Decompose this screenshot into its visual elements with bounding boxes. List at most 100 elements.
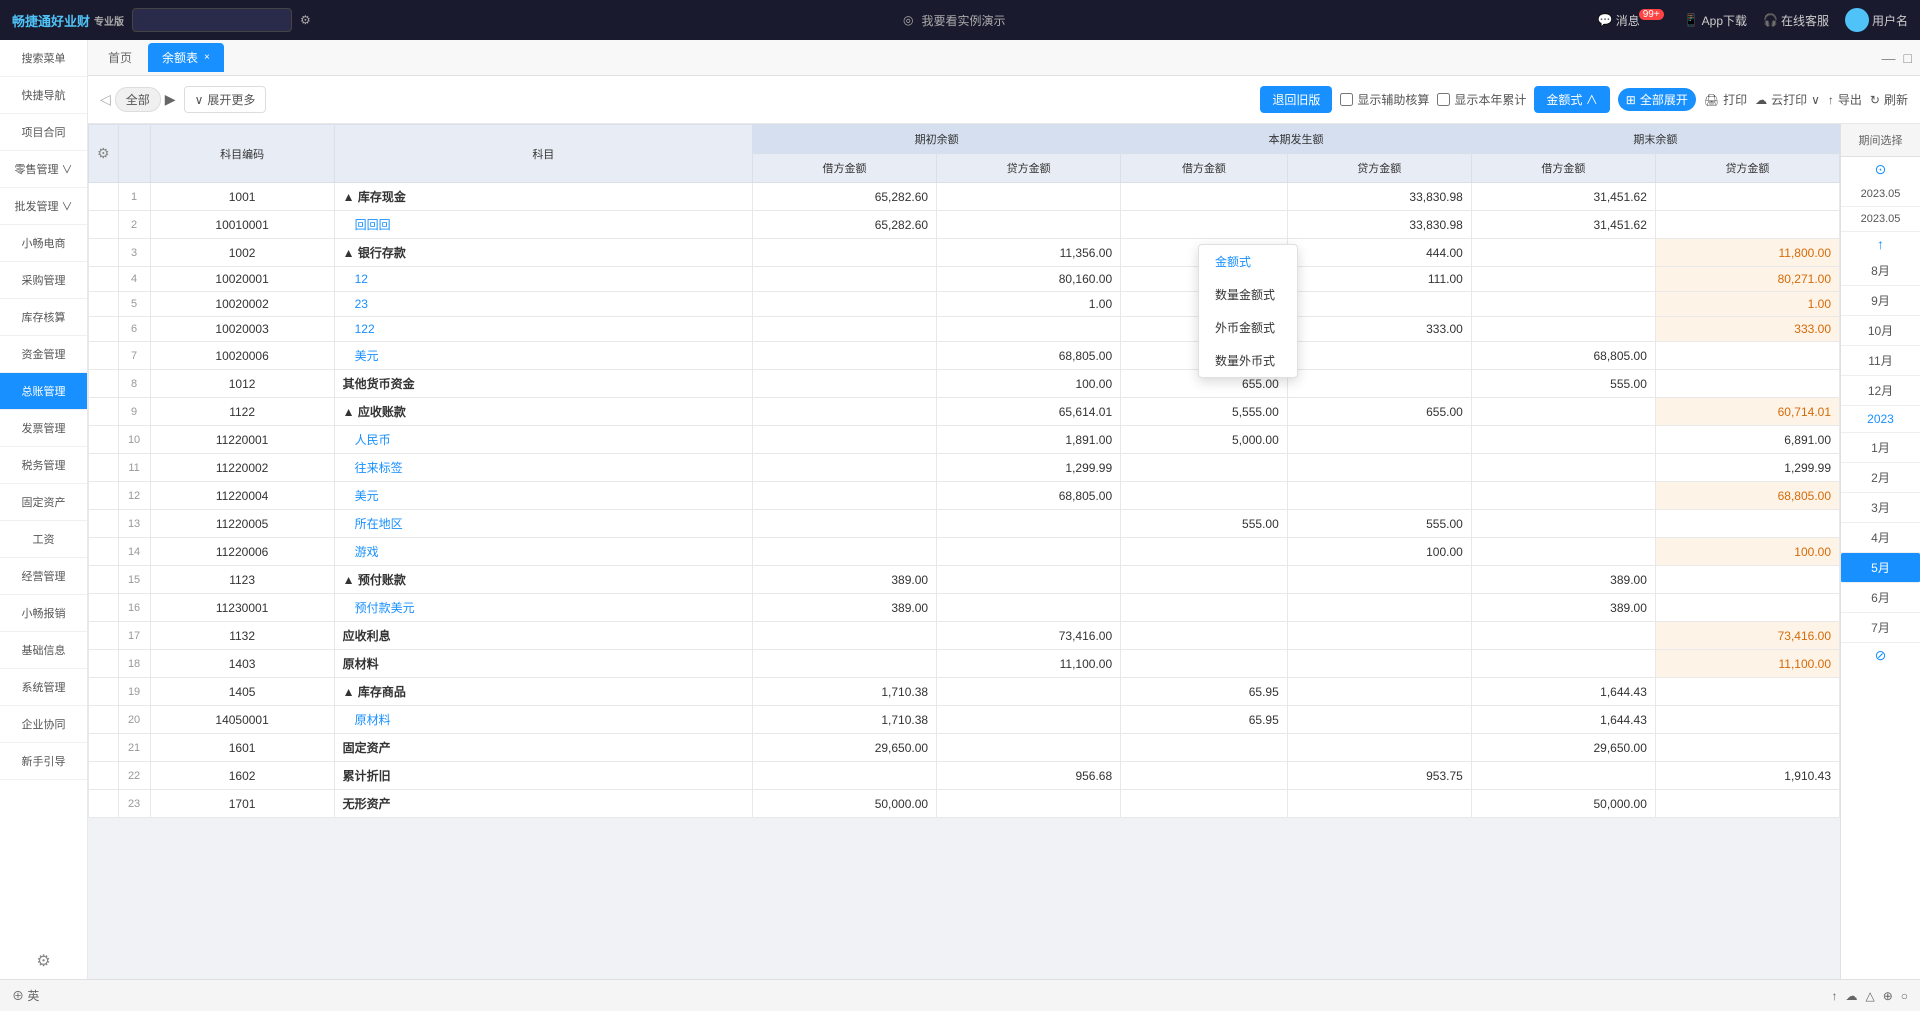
sidebar-item-project[interactable]: 项目合同 [0, 114, 87, 151]
search-settings-icon[interactable]: ⚙ [300, 13, 311, 27]
dropdown-item-qty-amount[interactable]: 数量金额式 [1199, 278, 1297, 311]
tab-minimize-btn[interactable]: — [1882, 50, 1896, 66]
sidebar-item-basic[interactable]: 基础信息 [0, 632, 87, 669]
tab-home[interactable]: 首页 [96, 43, 144, 72]
td-name[interactable]: 往来标签 [334, 454, 752, 482]
td-code: 1132 [150, 622, 334, 650]
month-2[interactable]: 2月 [1841, 463, 1920, 493]
month-4[interactable]: 4月 [1841, 523, 1920, 553]
right-panel-up-btn[interactable]: ⊙ [1841, 157, 1920, 182]
cloud-print-btn[interactable]: ☁ 云打印 ∨ [1755, 91, 1820, 108]
td-settings [89, 790, 119, 818]
td-code: 11220001 [150, 426, 334, 454]
month-8[interactable]: 8月 [1841, 256, 1920, 286]
td-name[interactable]: 人民币 [334, 426, 752, 454]
month-1[interactable]: 1月 [1841, 433, 1920, 463]
message-btn[interactable]: 💬 消息 99+ [1598, 12, 1668, 29]
tab-maximize-btn[interactable]: □ [1904, 50, 1912, 66]
sidebar-item-funds[interactable]: 资金管理 [0, 336, 87, 373]
search-input[interactable] [132, 8, 292, 32]
month-6[interactable]: 6月 [1841, 583, 1920, 613]
table-scroll[interactable]: ⚙ 科目编码 科目 期初余额 本期发生额 期末余额 借方金额 贷方金额 [88, 124, 1840, 979]
month-11[interactable]: 11月 [1841, 346, 1920, 376]
user-avatar-btn[interactable]: 用户名 [1845, 8, 1908, 32]
status-icon-1[interactable]: ↑ [1831, 989, 1837, 1003]
td-name[interactable]: 美元 [334, 342, 752, 370]
show-ytd-checkbox[interactable] [1437, 93, 1450, 106]
sidebar-item-nav[interactable]: 快捷导航 [0, 77, 87, 114]
export-btn[interactable]: ↑ 导出 [1828, 91, 1862, 108]
table-row: 18 1403 原材料 11,100.00 11,100.00 [89, 650, 1840, 678]
right-panel-up2-btn[interactable]: ↑ [1841, 232, 1920, 256]
dropdown-item-foreign-amount[interactable]: 外币金额式 [1199, 311, 1297, 344]
sidebar-item-ecommerce[interactable]: 小畅电商 [0, 225, 87, 262]
td-name[interactable]: 预付款美元 [334, 594, 752, 622]
month-12[interactable]: 12月 [1841, 376, 1920, 406]
refresh-btn[interactable]: ↻ 刷新 [1870, 91, 1908, 108]
td-close-debit [1471, 426, 1655, 454]
month-5[interactable]: 5月 [1841, 553, 1920, 583]
dropdown-item-amount[interactable]: 金额式 [1199, 245, 1297, 278]
expand-more-btn[interactable]: ∨ 展开更多 [184, 86, 267, 113]
sidebar-item-wholesale[interactable]: 批发管理 ∨ [0, 188, 87, 225]
td-settings [89, 267, 119, 292]
sidebar-item-ledger[interactable]: 总账管理 [0, 373, 87, 410]
sidebar-item-retail[interactable]: 零售管理 ∨ [0, 151, 87, 188]
demo-link[interactable]: ◎ 我要看实例演示 [319, 12, 1590, 29]
td-name[interactable]: 所在地区 [334, 510, 752, 538]
sidebar-item-purchase[interactable]: 采购管理 [0, 262, 87, 299]
dropdown-item-qty-foreign[interactable]: 数量外币式 [1199, 344, 1297, 377]
sidebar-item-payroll[interactable]: 工资 [0, 521, 87, 558]
status-icon-2[interactable]: ☁ [1845, 989, 1857, 1003]
sidebar-item-search[interactable]: 搜索菜单 [0, 40, 87, 77]
tab-close-btn[interactable]: × [204, 52, 210, 63]
td-open-debit [753, 762, 937, 790]
app-download-btn[interactable]: 📱 App下载 [1684, 12, 1747, 29]
online-service-btn[interactable]: 🎧 在线客服 [1763, 12, 1829, 29]
back-to-old-btn[interactable]: 退回旧版 [1260, 86, 1332, 113]
print-btn[interactable]: 🖨 打印 [1704, 91, 1747, 108]
month-10[interactable]: 10月 [1841, 316, 1920, 346]
td-name[interactable]: 122 [334, 317, 752, 342]
month-3[interactable]: 3月 [1841, 493, 1920, 523]
print-icon: 🖨 [1704, 93, 1719, 107]
print-label: 打印 [1723, 91, 1747, 108]
show-auxiliary-check[interactable]: 显示辅助核算 [1340, 91, 1429, 108]
td-name[interactable]: 原材料 [334, 706, 752, 734]
sidebar-item-expense[interactable]: 小畅报销 [0, 595, 87, 632]
td-name[interactable]: 游戏 [334, 538, 752, 566]
mode-btn[interactable]: 金额式 ∧ [1534, 86, 1609, 113]
month-9[interactable]: 9月 [1841, 286, 1920, 316]
table-settings-icon[interactable]: ⚙ [97, 145, 110, 161]
td-open-debit: 29,650.00 [753, 734, 937, 762]
settings-icon[interactable]: ⚙ [36, 951, 50, 971]
td-name[interactable]: 回回回 [334, 211, 752, 239]
breadcrumb-back-icon[interactable]: ◁ [100, 91, 111, 108]
sidebar-item-enterprise[interactable]: 企业协同 [0, 706, 87, 743]
td-name[interactable]: 23 [334, 292, 752, 317]
td-name[interactable]: 美元 [334, 482, 752, 510]
td-cur-debit: 5,555.00 [1121, 398, 1288, 426]
sidebar-item-invoice[interactable]: 发票管理 [0, 410, 87, 447]
status-icon-3[interactable]: △ [1865, 989, 1874, 1003]
table-row: 15 1123 ▲ 预付账款 389.00 389.00 [89, 566, 1840, 594]
month-7[interactable]: 7月 [1841, 613, 1920, 643]
status-icon-4[interactable]: ⊕ [1883, 989, 1893, 1003]
show-auxiliary-checkbox[interactable] [1340, 93, 1353, 106]
sidebar-item-guide[interactable]: 新手引导 [0, 743, 87, 780]
td-name[interactable]: 12 [334, 267, 752, 292]
sidebar-item-system[interactable]: 系统管理 [0, 669, 87, 706]
right-panel-down-btn[interactable]: ⊘ [1841, 643, 1920, 668]
td-close-debit: 389.00 [1471, 566, 1655, 594]
sidebar-item-tax[interactable]: 税务管理 [0, 447, 87, 484]
tab-balance[interactable]: 余额表 × [148, 43, 224, 72]
refresh-label: 刷新 [1884, 91, 1908, 108]
expand-all-btn[interactable]: ⊞ 全部展开 [1618, 88, 1696, 111]
show-ytd-check[interactable]: 显示本年累计 [1437, 91, 1526, 108]
tab-bar: 首页 余额表 × — □ [88, 40, 1920, 76]
status-icon-5[interactable]: ○ [1901, 989, 1908, 1003]
sidebar-item-inventory[interactable]: 库存核算 [0, 299, 87, 336]
sidebar-item-assets[interactable]: 固定资产 [0, 484, 87, 521]
sidebar-item-operations[interactable]: 经营管理 [0, 558, 87, 595]
breadcrumb-tag[interactable]: 全部 [115, 87, 161, 112]
